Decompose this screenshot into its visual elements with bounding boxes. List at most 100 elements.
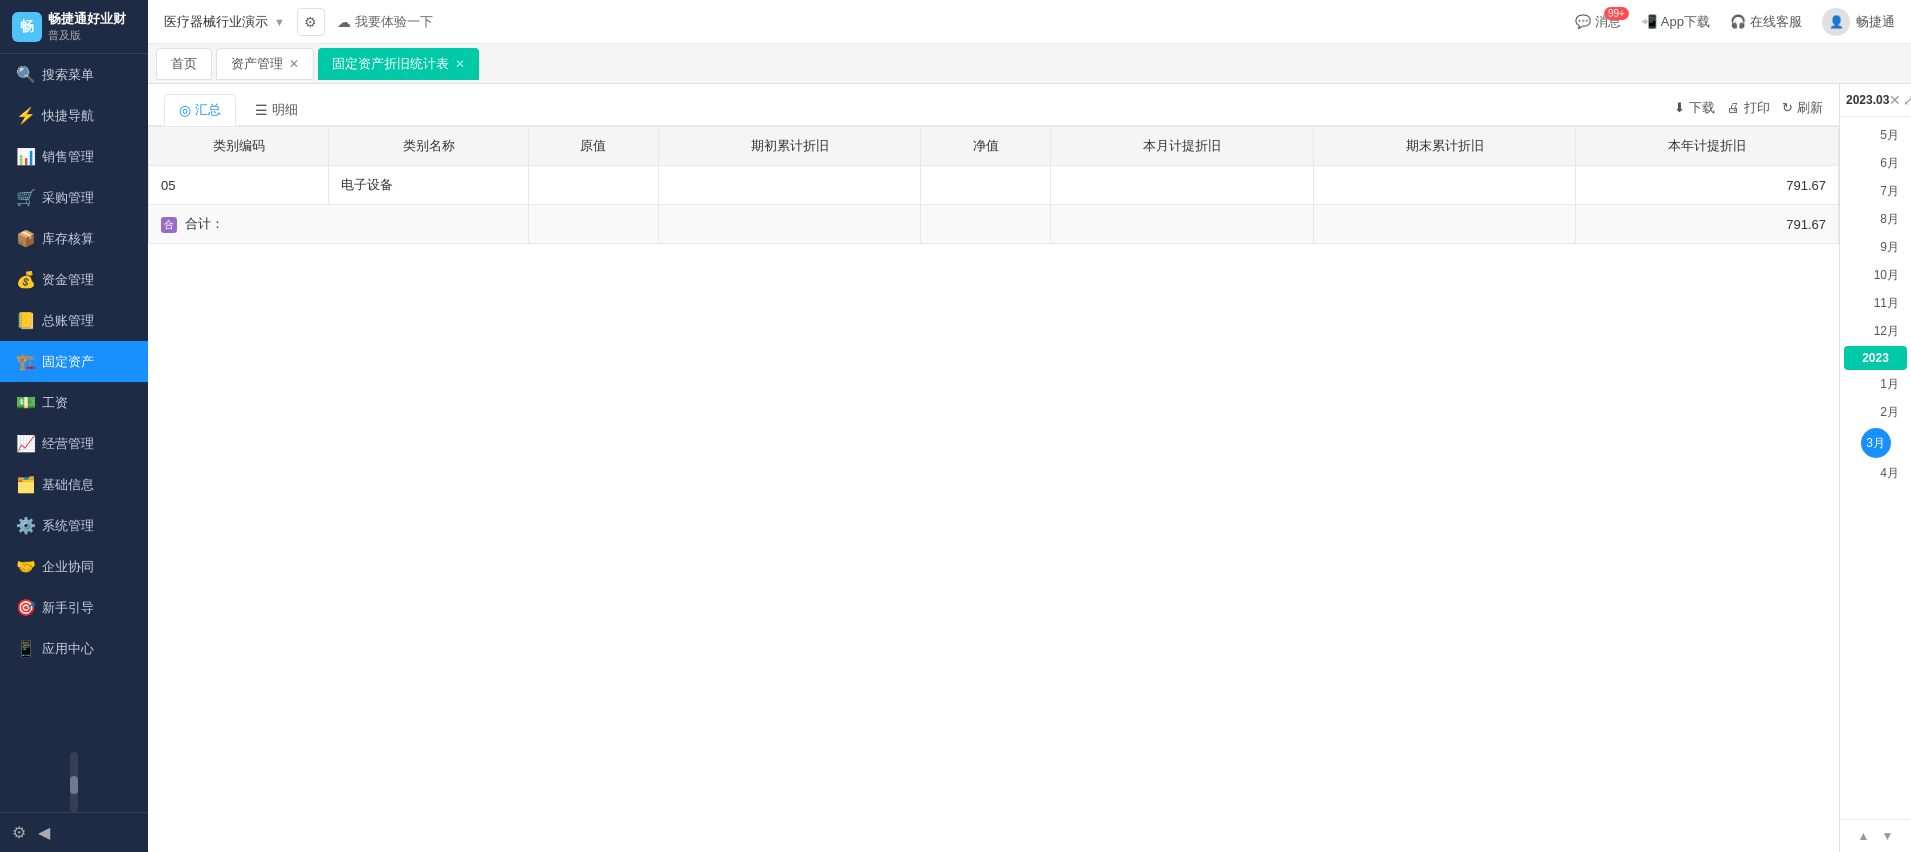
month-item-8[interactable]: 8月 [1844, 206, 1907, 233]
month-item-10[interactable]: 10月 [1844, 262, 1907, 289]
sidebar-item-funds[interactable]: 💰 资金管理 [0, 259, 148, 300]
sub-tabs-bar: ◎ 汇总 ☰ 明细 ⬇ 下载 🖨 打印 [148, 84, 1839, 126]
sidebar-item-cooperation[interactable]: 🤝 企业协同 [0, 546, 148, 587]
guide-icon: 🎯 [16, 598, 34, 617]
sidebar-item-basic-info[interactable]: 🗂️ 基础信息 [0, 464, 148, 505]
col-header-initial-dep: 期初累计折旧 [658, 127, 921, 166]
detail-icon: ☰ [255, 102, 268, 118]
sub-tab-detail[interactable]: ☰ 明细 [240, 94, 313, 126]
sidebar-item-label: 工资 [42, 394, 68, 412]
online-support-button[interactable]: 🎧 在线客服 [1730, 13, 1802, 31]
payroll-icon: 💵 [16, 393, 34, 412]
date-bottom-nav: ▲ ▼ [1840, 819, 1911, 852]
sidebar-item-payroll[interactable]: 💵 工资 [0, 382, 148, 423]
total-icon: 合 [161, 217, 177, 233]
panel-expand-icon[interactable]: ⤢ [1903, 92, 1911, 108]
cell-total-annual-dep: 791.67 [1576, 205, 1839, 244]
tab-home[interactable]: 首页 [156, 48, 212, 80]
table-area: 类别编码 类别名称 原值 期初累计折旧 净值 本月计提折旧 期末累计折旧 本年计… [148, 126, 1839, 852]
col-header-original: 原值 [529, 127, 659, 166]
main-area: 医疗器械行业演示 ▼ ⚙ ☁ 我要体验一下 💬 消息 99+ 📲 App下载 🎧… [148, 0, 1911, 852]
cell-total-label: 合 合计： [149, 205, 529, 244]
sub-tab-summary-label: 汇总 [195, 101, 221, 119]
experience-button[interactable]: ☁ 我要体验一下 [337, 13, 433, 31]
sidebar-item-quick-nav[interactable]: ⚡ 快捷导航 [0, 95, 148, 136]
cell-original-value [529, 166, 659, 205]
sidebar-item-purchase[interactable]: 🛒 采购管理 [0, 177, 148, 218]
sidebar-item-guide[interactable]: 🎯 新手引导 [0, 587, 148, 628]
company-dropdown-icon: ▼ [274, 16, 285, 28]
month-item-2023-3[interactable]: 3月 [1861, 428, 1891, 458]
app-download-icon: 📲 [1641, 14, 1657, 29]
refresh-button[interactable]: ↻ 刷新 [1782, 99, 1823, 117]
purchase-icon: 🛒 [16, 188, 34, 207]
avatar: 👤 [1822, 8, 1850, 36]
month-item-2023-1[interactable]: 1月 [1844, 371, 1907, 398]
date-nav-down[interactable]: ▼ [1878, 826, 1898, 846]
date-scroll[interactable]: 5月 6月 7月 8月 9月 10月 11月 12月 2023 1月 2月 3月… [1840, 117, 1911, 819]
cell-annual-dep: 791.67 [1576, 166, 1839, 205]
table-header-row: 类别编码 类别名称 原值 期初累计折旧 净值 本月计提折旧 期末累计折旧 本年计… [149, 127, 1839, 166]
print-button[interactable]: 🖨 打印 [1727, 99, 1770, 117]
tab-asset-close-icon[interactable]: ✕ [289, 58, 299, 70]
sidebar-item-fixed-assets[interactable]: 🏗️ 固定资产 [0, 341, 148, 382]
month-item-11[interactable]: 11月 [1844, 290, 1907, 317]
sub-tab-summary[interactable]: ◎ 汇总 [164, 94, 236, 126]
sidebar-item-label: 搜索菜单 [42, 66, 94, 84]
sidebar-scrollbar[interactable] [70, 752, 78, 812]
tabs-bar: 首页 资产管理 ✕ 固定资产折旧统计表 ✕ [148, 44, 1911, 84]
search-icon: 🔍 [16, 65, 34, 84]
month-item-5[interactable]: 5月 [1844, 122, 1907, 149]
download-icon: ⬇ [1674, 100, 1685, 115]
month-item-7[interactable]: 7月 [1844, 178, 1907, 205]
sidebar-item-sales[interactable]: 📊 销售管理 [0, 136, 148, 177]
fixed-assets-icon: 🏗️ [16, 352, 34, 371]
month-item-9[interactable]: 9月 [1844, 234, 1907, 261]
date-nav-up[interactable]: ▲ [1854, 826, 1874, 846]
cooperation-icon: 🤝 [16, 557, 34, 576]
sidebar-item-app-center[interactable]: 📱 应用中心 [0, 628, 148, 669]
topbar-right: 💬 消息 99+ 📲 App下载 🎧 在线客服 👤 畅捷通 [1575, 8, 1895, 36]
cell-total-net-value [921, 205, 1051, 244]
panel-close-icon[interactable]: ✕ [1889, 92, 1901, 108]
sidebar-item-system[interactable]: ⚙️ 系统管理 [0, 505, 148, 546]
month-item-2023-3-wrapper: 3月 [1840, 428, 1911, 458]
tab-asset-management[interactable]: 资产管理 ✕ [216, 48, 314, 80]
table-row[interactable]: 05 电子设备 791.67 [149, 166, 1839, 205]
topbar-settings-button[interactable]: ⚙ [297, 8, 325, 36]
sidebar-item-ledger[interactable]: 📒 总账管理 [0, 300, 148, 341]
sidebar-item-label: 库存核算 [42, 230, 94, 248]
cell-ending-dep [1313, 166, 1576, 205]
company-selector[interactable]: 医疗器械行业演示 ▼ [164, 13, 285, 31]
month-item-2023-4[interactable]: 4月 [1844, 460, 1907, 487]
month-item-2023-2[interactable]: 2月 [1844, 399, 1907, 426]
month-item-12[interactable]: 12月 [1844, 318, 1907, 345]
user-avatar[interactable]: 👤 畅捷通 [1822, 8, 1895, 36]
col-header-ending-dep: 期末累计折旧 [1313, 127, 1576, 166]
summary-icon: ◎ [179, 102, 191, 118]
sales-icon: 📊 [16, 147, 34, 166]
month-item-6[interactable]: 6月 [1844, 150, 1907, 177]
funds-icon: 💰 [16, 270, 34, 289]
sidebar-item-operations[interactable]: 📈 经营管理 [0, 423, 148, 464]
cell-monthly-dep [1051, 166, 1314, 205]
messages-button[interactable]: 💬 消息 99+ [1575, 13, 1621, 31]
sidebar-settings-button[interactable]: ⚙ [12, 823, 26, 842]
logo-title: 畅捷通好业财 [48, 10, 126, 28]
sidebar-item-inventory[interactable]: 📦 库存核算 [0, 218, 148, 259]
tab-depreciation-close-icon[interactable]: ✕ [455, 58, 465, 70]
sidebar-menu: 🔍 搜索菜单 ⚡ 快捷导航 📊 销售管理 🛒 采购管理 📦 库存核算 💰 资金管… [0, 54, 148, 752]
sidebar-item-label: 系统管理 [42, 517, 94, 535]
sidebar-collapse-button[interactable]: ◀ [38, 823, 50, 842]
sidebar-item-label: 新手引导 [42, 599, 94, 617]
right-panel-title: 2023.03 [1846, 93, 1889, 107]
sidebar-footer: ⚙ ◀ [0, 812, 148, 852]
app-download-button[interactable]: 📲 App下载 [1641, 13, 1710, 31]
main-content: ◎ 汇总 ☰ 明细 ⬇ 下载 🖨 打印 [148, 84, 1839, 852]
download-button[interactable]: ⬇ 下载 [1674, 99, 1715, 117]
right-panel: 2023.03 ✕ ⤢ 5月 6月 7月 8月 9月 10月 11月 12月 2… [1839, 84, 1911, 852]
tab-depreciation-report[interactable]: 固定资产折旧统计表 ✕ [318, 48, 479, 80]
cell-total-initial-dep [658, 205, 921, 244]
col-header-annual-dep: 本年计提折旧 [1576, 127, 1839, 166]
sidebar-item-search[interactable]: 🔍 搜索菜单 [0, 54, 148, 95]
